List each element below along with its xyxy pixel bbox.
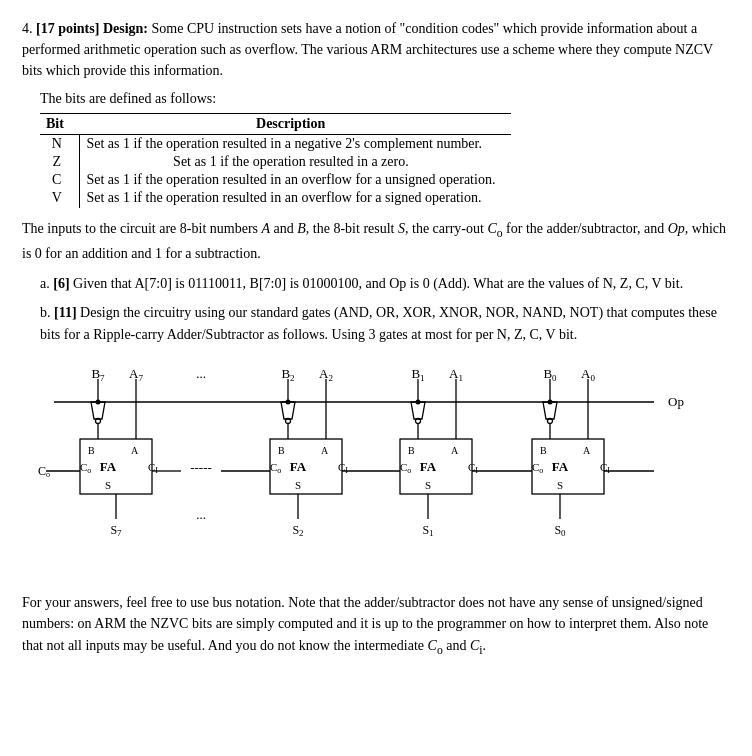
fa-a-label-2: A — [321, 445, 329, 456]
fa-ci-label-0: CI — [600, 461, 610, 475]
fa-ci-label-1: CI — [468, 461, 478, 475]
desc-z: Set as 1 if the operation resulted in a … — [80, 153, 512, 171]
col2-header: Description — [80, 114, 512, 135]
table-row: C Set as 1 if the operation resulted in … — [40, 171, 511, 189]
fa-ci-label-7: CI — [148, 461, 158, 475]
sub-b-label: b. — [40, 305, 54, 320]
sub-a-label: a. — [40, 276, 53, 291]
bit-n: N — [40, 135, 80, 154]
fa-b-label-1: B — [408, 445, 415, 456]
bit-z: Z — [40, 153, 80, 171]
dots-middle-bottom: ... — [196, 507, 206, 522]
fa-co-label-1: Co — [400, 461, 411, 475]
xor-gate-b2 — [281, 402, 295, 419]
fa-co-label-0: Co — [532, 461, 543, 475]
junction-dot-b0 — [548, 399, 553, 404]
fa-dots-middle: ----- — [190, 460, 212, 475]
sub-question-b: b. [11] Design the circuitry using our s… — [40, 302, 730, 345]
s2-label: S2 — [292, 523, 303, 538]
bit-c: C — [40, 171, 80, 189]
bits-table: Bit Description N Set as 1 if the operat… — [40, 113, 511, 208]
fa-b-label-2: B — [278, 445, 285, 456]
s7-label: S7 — [110, 523, 122, 538]
xor-gate-b7 — [91, 402, 105, 419]
fa-b-label-0: B — [540, 445, 547, 456]
bits-defined-label: The bits are defined as follows: — [40, 91, 730, 107]
fa-a-label-0: A — [583, 445, 591, 456]
circuit-svg: B7 A7 ... B2 A2 B1 A1 B0 A0 Op B — [36, 364, 716, 574]
table-row: N Set as 1 if the operation resulted in … — [40, 135, 511, 154]
fa-s-label-0: S — [557, 479, 563, 491]
fa-label-0: FA — [552, 459, 569, 474]
design-label: Design: — [103, 21, 148, 36]
fa-s-label-1: S — [425, 479, 431, 491]
sub-question-a: a. [6] Given that A[7:0] is 01110011, B[… — [40, 273, 730, 295]
fa-ci-label-2: CI — [338, 461, 348, 475]
label-op: Op — [668, 394, 684, 409]
fa-a-label-7: A — [131, 445, 139, 456]
table-row: Z Set as 1 if the operation resulted in … — [40, 153, 511, 171]
fa-s-label-7: S — [105, 479, 111, 491]
question-number: 4. — [22, 21, 33, 36]
question-container: 4. [17 points] Design: Some CPU instruct… — [22, 18, 730, 660]
fa-b-label-7: B — [88, 445, 95, 456]
col1-header: Bit — [40, 114, 80, 135]
junction-dot-b1 — [416, 399, 421, 404]
table-row: V Set as 1 if the operation resulted in … — [40, 189, 511, 208]
bit-v: V — [40, 189, 80, 208]
desc-v: Set as 1 if the operation resulted in an… — [80, 189, 512, 208]
co-label: Co — [38, 464, 50, 479]
circuit-diagram: B7 A7 ... B2 A2 B1 A1 B0 A0 Op B — [36, 364, 716, 574]
xor-gate-b0 — [543, 402, 557, 419]
bits-section: The bits are defined as follows: Bit Des… — [22, 91, 730, 208]
fa-label-2: FA — [290, 459, 307, 474]
desc-c: Set as 1 if the operation resulted in an… — [80, 171, 512, 189]
junction-dot-b2 — [286, 399, 291, 404]
fa-s-label-2: S — [295, 479, 301, 491]
xor-gate-b1 — [411, 402, 425, 419]
s1-label: S1 — [422, 523, 433, 538]
fa-label-7: FA — [100, 459, 117, 474]
inputs-line: The inputs to the circuit are 8-bit numb… — [22, 218, 730, 265]
footer-text: For your answers, feel free to use bus n… — [22, 592, 730, 660]
sub-a-points: [6] — [53, 276, 69, 291]
fa-label-1: FA — [420, 459, 437, 474]
label-dots-top: ... — [196, 366, 206, 381]
desc-n: Set as 1 if the operation resulted in a … — [80, 135, 512, 154]
junction-dot-b7 — [96, 399, 101, 404]
sub-b-points: [11] — [54, 305, 77, 320]
s0-label: S0 — [554, 523, 566, 538]
fa-a-label-1: A — [451, 445, 459, 456]
fa-co-label-2: Co — [270, 461, 281, 475]
question-header: 4. [17 points] Design: Some CPU instruct… — [22, 18, 730, 81]
fa-co-label-7: Co — [80, 461, 91, 475]
points-label: [17 points] — [36, 21, 99, 36]
